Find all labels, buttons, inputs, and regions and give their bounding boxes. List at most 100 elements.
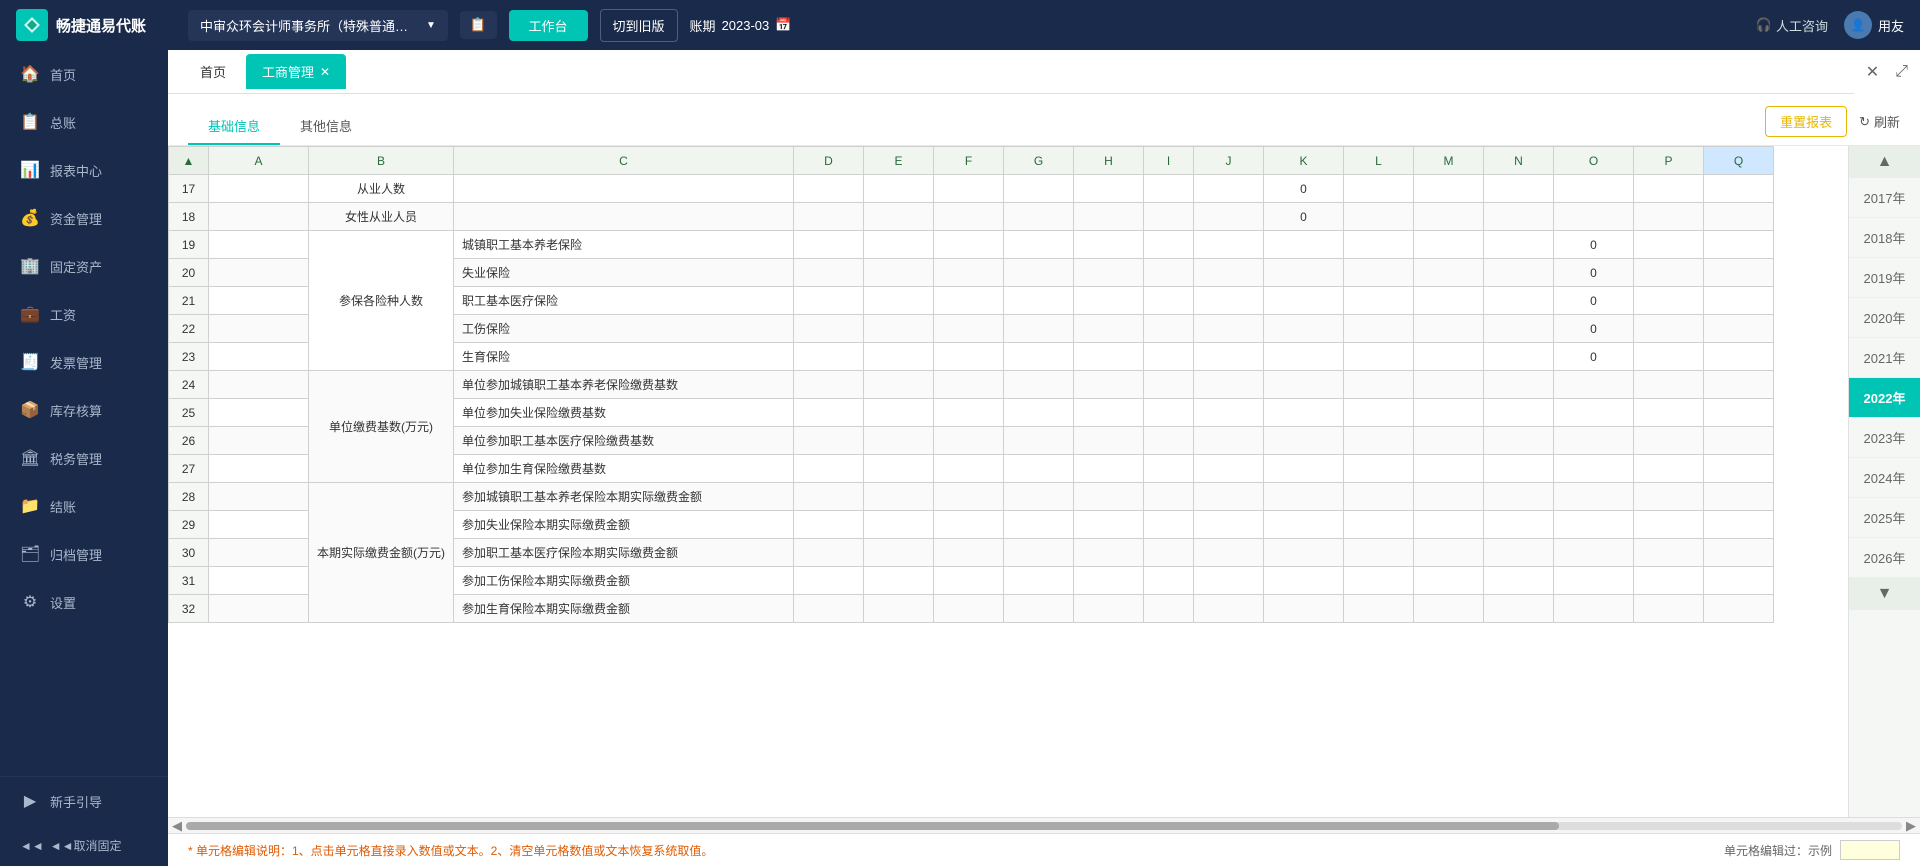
cell-30-e[interactable] bbox=[864, 539, 934, 567]
cell-30-f[interactable] bbox=[934, 539, 1004, 567]
year-item-2017[interactable]: 2017年 bbox=[1849, 178, 1920, 218]
cell-18-d[interactable] bbox=[794, 203, 864, 231]
cell-26-l[interactable] bbox=[1344, 427, 1414, 455]
user-area[interactable]: 👤 用友 bbox=[1844, 11, 1904, 39]
cell-20-d[interactable] bbox=[794, 259, 864, 287]
cell-27-l[interactable] bbox=[1344, 455, 1414, 483]
cell-32-n[interactable] bbox=[1484, 595, 1554, 623]
cell-17-d[interactable] bbox=[794, 175, 864, 203]
tab-home[interactable]: 首页 bbox=[184, 54, 242, 89]
cell-19-g[interactable] bbox=[1004, 231, 1074, 259]
cell-21-q[interactable] bbox=[1704, 287, 1774, 315]
cell-17-g[interactable] bbox=[1004, 175, 1074, 203]
cell-26-p[interactable] bbox=[1634, 427, 1704, 455]
cell-23-q[interactable] bbox=[1704, 343, 1774, 371]
cell-20-a[interactable] bbox=[209, 259, 309, 287]
cell-28-o[interactable] bbox=[1554, 483, 1634, 511]
cell-19-l[interactable] bbox=[1344, 231, 1414, 259]
cell-24-q[interactable] bbox=[1704, 371, 1774, 399]
year-item-2018[interactable]: 2018年 bbox=[1849, 218, 1920, 258]
cell-31-k[interactable] bbox=[1264, 567, 1344, 595]
cell-29-h[interactable] bbox=[1074, 511, 1144, 539]
sub-tab-other[interactable]: 其他信息 bbox=[280, 108, 372, 145]
cell-30-m[interactable] bbox=[1414, 539, 1484, 567]
cell-26-a[interactable] bbox=[209, 427, 309, 455]
cell-23-k[interactable] bbox=[1264, 343, 1344, 371]
cell-17-b[interactable]: 从业人数 bbox=[309, 175, 454, 203]
cell-19-e[interactable] bbox=[864, 231, 934, 259]
cell-24-l[interactable] bbox=[1344, 371, 1414, 399]
cell-22-o[interactable]: 0 bbox=[1554, 315, 1634, 343]
cell-21-h[interactable] bbox=[1074, 287, 1144, 315]
workbench-button[interactable]: 工作台 bbox=[509, 10, 588, 41]
cell-23-j[interactable] bbox=[1194, 343, 1264, 371]
cell-32-c[interactable]: 参加生育保险本期实际缴费金额 bbox=[454, 595, 794, 623]
cell-19-b[interactable]: 参保各险种人数 bbox=[309, 231, 454, 371]
cell-18-q[interactable] bbox=[1704, 203, 1774, 231]
year-item-2019[interactable]: 2019年 bbox=[1849, 258, 1920, 298]
cell-29-m[interactable] bbox=[1414, 511, 1484, 539]
cell-24-j[interactable] bbox=[1194, 371, 1264, 399]
cell-31-i[interactable] bbox=[1144, 567, 1194, 595]
cell-30-c[interactable]: 参加职工基本医疗保险本期实际缴费金额 bbox=[454, 539, 794, 567]
cell-21-c[interactable]: 职工基本医疗保险 bbox=[454, 287, 794, 315]
cell-30-g[interactable] bbox=[1004, 539, 1074, 567]
cell-20-l[interactable] bbox=[1344, 259, 1414, 287]
cell-29-c[interactable]: 参加失业保险本期实际缴费金额 bbox=[454, 511, 794, 539]
cell-19-m[interactable] bbox=[1414, 231, 1484, 259]
scroll-right-button[interactable]: ▶ bbox=[1906, 818, 1916, 834]
cell-28-a[interactable] bbox=[209, 483, 309, 511]
cell-18-j[interactable] bbox=[1194, 203, 1264, 231]
cell-26-o[interactable] bbox=[1554, 427, 1634, 455]
cell-32-p[interactable] bbox=[1634, 595, 1704, 623]
cell-25-g[interactable] bbox=[1004, 399, 1074, 427]
cell-27-m[interactable] bbox=[1414, 455, 1484, 483]
h-scrollbar-track[interactable] bbox=[186, 822, 1902, 830]
cell-30-n[interactable] bbox=[1484, 539, 1554, 567]
new-guide-item[interactable]: ▶ 新手引导 bbox=[0, 777, 168, 825]
sidebar-item-home[interactable]: 🏠 首页 bbox=[0, 50, 168, 98]
cell-20-n[interactable] bbox=[1484, 259, 1554, 287]
spreadsheet-container[interactable]: ▲ A B C D E F G H I bbox=[168, 146, 1848, 817]
cell-24-f[interactable] bbox=[934, 371, 1004, 399]
refresh-button[interactable]: ↻ 刷新 bbox=[1859, 112, 1900, 131]
cell-24-p[interactable] bbox=[1634, 371, 1704, 399]
cell-22-k[interactable] bbox=[1264, 315, 1344, 343]
cell-31-c[interactable]: 参加工伤保险本期实际缴费金额 bbox=[454, 567, 794, 595]
cell-29-i[interactable] bbox=[1144, 511, 1194, 539]
cell-24-m[interactable] bbox=[1414, 371, 1484, 399]
cell-28-l[interactable] bbox=[1344, 483, 1414, 511]
cell-18-p[interactable] bbox=[1634, 203, 1704, 231]
cell-32-l[interactable] bbox=[1344, 595, 1414, 623]
cell-31-n[interactable] bbox=[1484, 567, 1554, 595]
cell-22-m[interactable] bbox=[1414, 315, 1484, 343]
cell-26-k[interactable] bbox=[1264, 427, 1344, 455]
cell-31-j[interactable] bbox=[1194, 567, 1264, 595]
h-scrollbar-area[interactable]: ◀ ▶ bbox=[168, 817, 1920, 833]
cell-29-a[interactable] bbox=[209, 511, 309, 539]
cell-20-e[interactable] bbox=[864, 259, 934, 287]
cell-21-j[interactable] bbox=[1194, 287, 1264, 315]
cell-18-i[interactable] bbox=[1144, 203, 1194, 231]
sidebar-item-settings[interactable]: ⚙ 设置 bbox=[0, 578, 168, 626]
cell-30-a[interactable] bbox=[209, 539, 309, 567]
cell-28-j[interactable] bbox=[1194, 483, 1264, 511]
cell-23-d[interactable] bbox=[794, 343, 864, 371]
cell-31-h[interactable] bbox=[1074, 567, 1144, 595]
cell-31-q[interactable] bbox=[1704, 567, 1774, 595]
cell-30-o[interactable] bbox=[1554, 539, 1634, 567]
cell-18-e[interactable] bbox=[864, 203, 934, 231]
sidebar-item-fixed-assets[interactable]: 🏢 固定资产 bbox=[0, 242, 168, 290]
cell-24-n[interactable] bbox=[1484, 371, 1554, 399]
cell-32-i[interactable] bbox=[1144, 595, 1194, 623]
cell-28-m[interactable] bbox=[1414, 483, 1484, 511]
cell-23-f[interactable] bbox=[934, 343, 1004, 371]
cell-30-q[interactable] bbox=[1704, 539, 1774, 567]
cell-24-c[interactable]: 单位参加城镇职工基本养老保险缴费基数 bbox=[454, 371, 794, 399]
close-window-button[interactable]: ✕ bbox=[1862, 58, 1883, 86]
cell-23-p[interactable] bbox=[1634, 343, 1704, 371]
cell-32-g[interactable] bbox=[1004, 595, 1074, 623]
cell-17-o[interactable] bbox=[1554, 175, 1634, 203]
cell-21-k[interactable] bbox=[1264, 287, 1344, 315]
cell-26-g[interactable] bbox=[1004, 427, 1074, 455]
